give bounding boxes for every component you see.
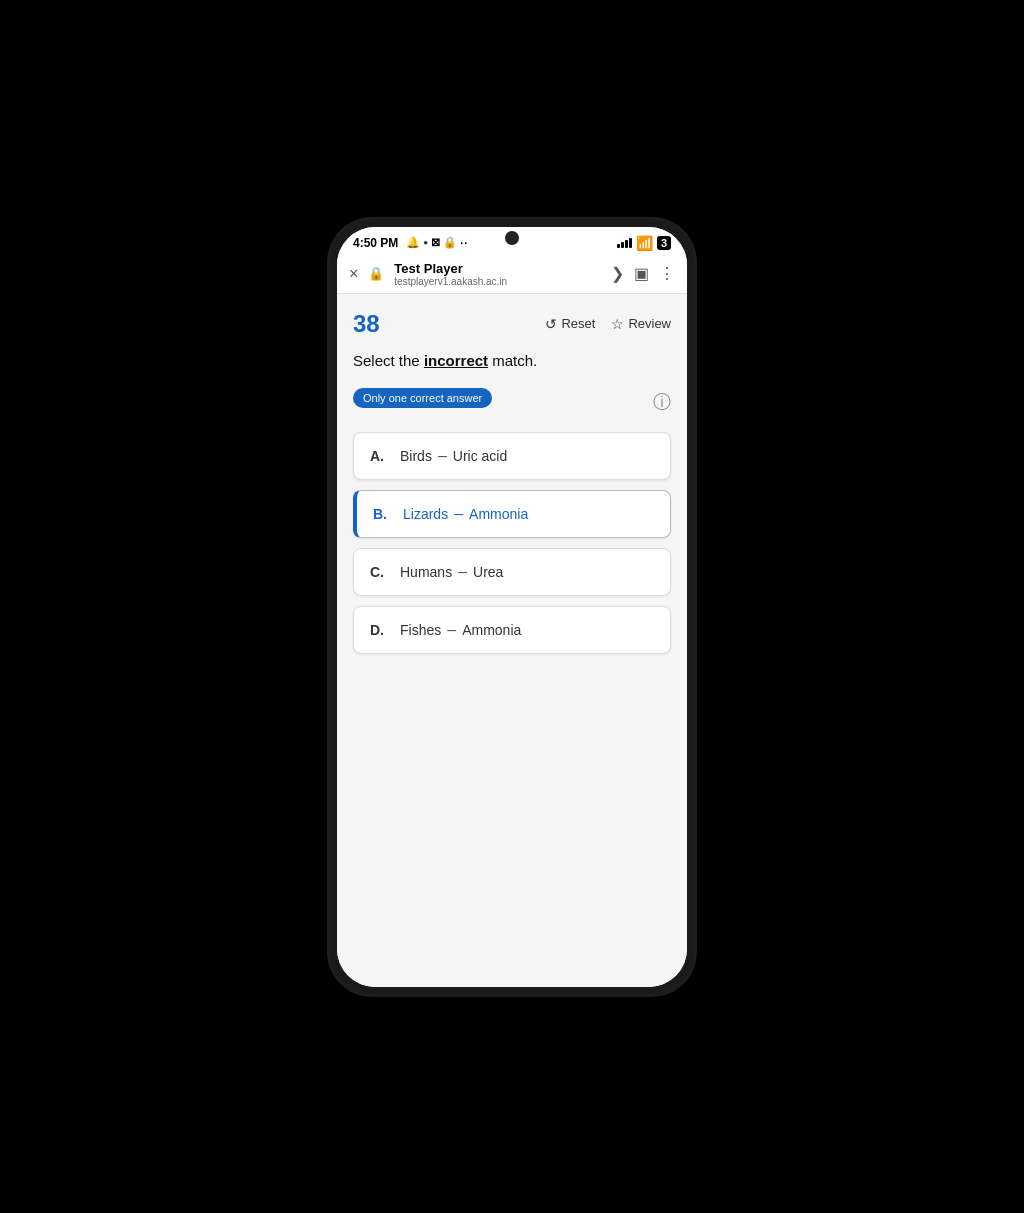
phone-screen: 4:50 PM 🔔 ● ⊠ 🔒 ·· 📶 3 xyxy=(337,227,687,987)
more-options-icon[interactable]: ⋮ xyxy=(659,264,675,283)
content-area: 38 ↺ Reset ☆ Review Select the incorrect… xyxy=(337,294,687,987)
option-d-answer: Ammonia xyxy=(462,622,521,638)
status-time: 4:50 PM xyxy=(353,236,398,250)
lock-status-icon: 🔒 xyxy=(443,236,457,249)
wifi-icon: 📶 xyxy=(636,235,653,251)
option-a-subject: Birds xyxy=(400,448,432,464)
info-icon[interactable]: ⓘ xyxy=(653,390,671,414)
option-b-label: B. xyxy=(373,506,393,522)
question-number: 38 xyxy=(353,310,380,338)
signal-bar-2 xyxy=(621,242,624,248)
option-a-label: A. xyxy=(370,448,390,464)
option-c[interactable]: C. Humans – Urea xyxy=(353,548,671,596)
review-label: Review xyxy=(628,316,671,331)
option-d[interactable]: D. Fishes – Ammonia xyxy=(353,606,671,654)
option-a-separator: – xyxy=(438,447,447,465)
option-c-label: C. xyxy=(370,564,390,580)
sync-icon: ⊠ xyxy=(431,236,440,249)
signal-bars xyxy=(617,238,632,248)
question-text-bold: incorrect xyxy=(424,352,488,369)
dots-icon: ·· xyxy=(460,237,468,249)
browser-url: testplayerv1.aakash.ac.in xyxy=(394,276,601,287)
option-c-subject: Humans xyxy=(400,564,452,580)
review-button[interactable]: ☆ Review xyxy=(611,316,671,332)
status-icons-left: 🔔 ● ⊠ 🔒 ·· xyxy=(406,236,468,249)
option-b[interactable]: B. Lizards – Ammonia xyxy=(353,490,671,538)
signal-bar-3 xyxy=(625,240,628,248)
browser-title: Test Player xyxy=(394,261,601,276)
question-actions: ↺ Reset ☆ Review xyxy=(545,316,671,332)
reset-icon: ↺ xyxy=(545,316,557,332)
bookmark-icon[interactable]: ▣ xyxy=(634,264,649,283)
star-icon: ☆ xyxy=(611,316,624,332)
tag-row: Only one correct answer ⓘ xyxy=(353,388,671,416)
option-b-subject: Lizards xyxy=(403,506,448,522)
option-b-answer: Ammonia xyxy=(469,506,528,522)
share-icon[interactable]: ❯ xyxy=(611,264,624,283)
option-d-subject: Fishes xyxy=(400,622,441,638)
question-text: Select the incorrect match. xyxy=(353,350,671,373)
dot-icon: ● xyxy=(423,238,428,247)
option-d-separator: – xyxy=(447,621,456,639)
browser-bar: × 🔒 Test Player testplayerv1.aakash.ac.i… xyxy=(337,255,687,294)
question-text-before: Select the xyxy=(353,352,424,369)
reset-label: Reset xyxy=(561,316,595,331)
battery-icon: 3 xyxy=(657,236,671,250)
browser-actions: ❯ ▣ ⋮ xyxy=(611,264,675,283)
browser-lock-icon: 🔒 xyxy=(368,266,384,281)
option-c-answer: Urea xyxy=(473,564,503,580)
option-a-answer: Uric acid xyxy=(453,448,507,464)
status-left: 4:50 PM 🔔 ● ⊠ 🔒 ·· xyxy=(353,236,468,250)
reset-button[interactable]: ↺ Reset xyxy=(545,316,595,332)
camera-notch xyxy=(505,231,519,245)
signal-bar-4 xyxy=(629,238,632,248)
option-c-separator: – xyxy=(458,563,467,581)
option-b-separator: – xyxy=(454,505,463,523)
phone-device: 4:50 PM 🔔 ● ⊠ 🔒 ·· 📶 3 xyxy=(327,217,697,997)
browser-close-button[interactable]: × xyxy=(349,265,358,283)
question-text-after: match. xyxy=(488,352,537,369)
question-header: 38 ↺ Reset ☆ Review xyxy=(353,310,671,338)
alarm-icon: 🔔 xyxy=(406,236,420,249)
status-right: 📶 3 xyxy=(617,235,671,251)
options-list: A. Birds – Uric acid B. Lizards – Ammoni… xyxy=(353,432,671,654)
signal-bar-1 xyxy=(617,244,620,248)
option-d-label: D. xyxy=(370,622,390,638)
answer-type-badge: Only one correct answer xyxy=(353,388,492,408)
browser-url-area: Test Player testplayerv1.aakash.ac.in xyxy=(394,261,601,287)
option-a[interactable]: A. Birds – Uric acid xyxy=(353,432,671,480)
